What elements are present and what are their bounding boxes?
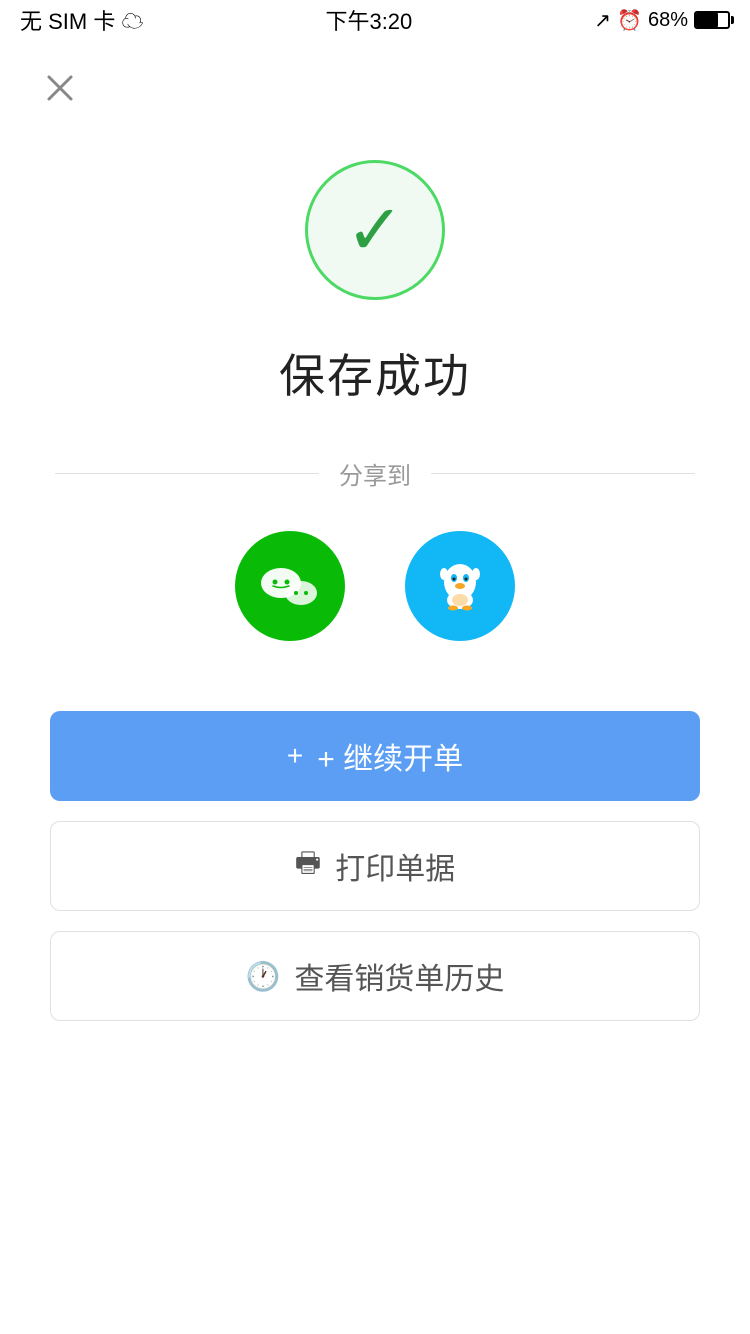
wechat-icon xyxy=(255,551,325,621)
status-right: ↗ ⏰ 68% xyxy=(594,8,730,33)
continue-label: + 继续开单 xyxy=(317,734,463,778)
close-button[interactable] xyxy=(40,68,80,108)
action-buttons: + + 继续开单 🖶 打印单据 🕐 查看销货单历史 xyxy=(50,711,700,1021)
share-divider: 分享到 xyxy=(55,456,695,491)
checkmark-icon: ✓ xyxy=(346,195,405,265)
location-icon: ↗ xyxy=(594,8,611,33)
battery-percent: 68% xyxy=(648,9,688,32)
success-circle: ✓ xyxy=(305,160,445,300)
divider-right xyxy=(431,473,695,474)
qq-icon xyxy=(428,554,492,618)
status-time: 下午3:20 xyxy=(325,4,412,36)
print-label: 打印单据 xyxy=(335,844,455,888)
alarm-icon: ⏰ xyxy=(617,8,642,33)
main-content: ✓ 保存成功 分享到 xyxy=(0,40,750,1334)
continue-button[interactable]: + + 继续开单 xyxy=(50,711,700,801)
history-label: 查看销货单历史 xyxy=(294,954,504,998)
status-bar: 无 SIM 卡 ☁ 下午3:20 ↗ ⏰ 68% xyxy=(0,0,750,40)
print-icon: 🖶 xyxy=(295,842,321,890)
plus-icon: + xyxy=(287,740,303,772)
share-icons xyxy=(235,531,515,641)
history-icon: 🕐 xyxy=(246,960,281,993)
share-label: 分享到 xyxy=(339,456,411,491)
divider-left xyxy=(55,473,319,474)
history-button[interactable]: 🕐 查看销货单历史 xyxy=(50,931,700,1021)
qq-share-button[interactable] xyxy=(405,531,515,641)
wechat-share-button[interactable] xyxy=(235,531,345,641)
battery-icon xyxy=(694,11,730,29)
status-carrier: 无 SIM 卡 ☁ xyxy=(20,4,143,36)
success-title: 保存成功 xyxy=(279,340,471,406)
close-icon xyxy=(45,73,75,103)
print-button[interactable]: 🖶 打印单据 xyxy=(50,821,700,911)
